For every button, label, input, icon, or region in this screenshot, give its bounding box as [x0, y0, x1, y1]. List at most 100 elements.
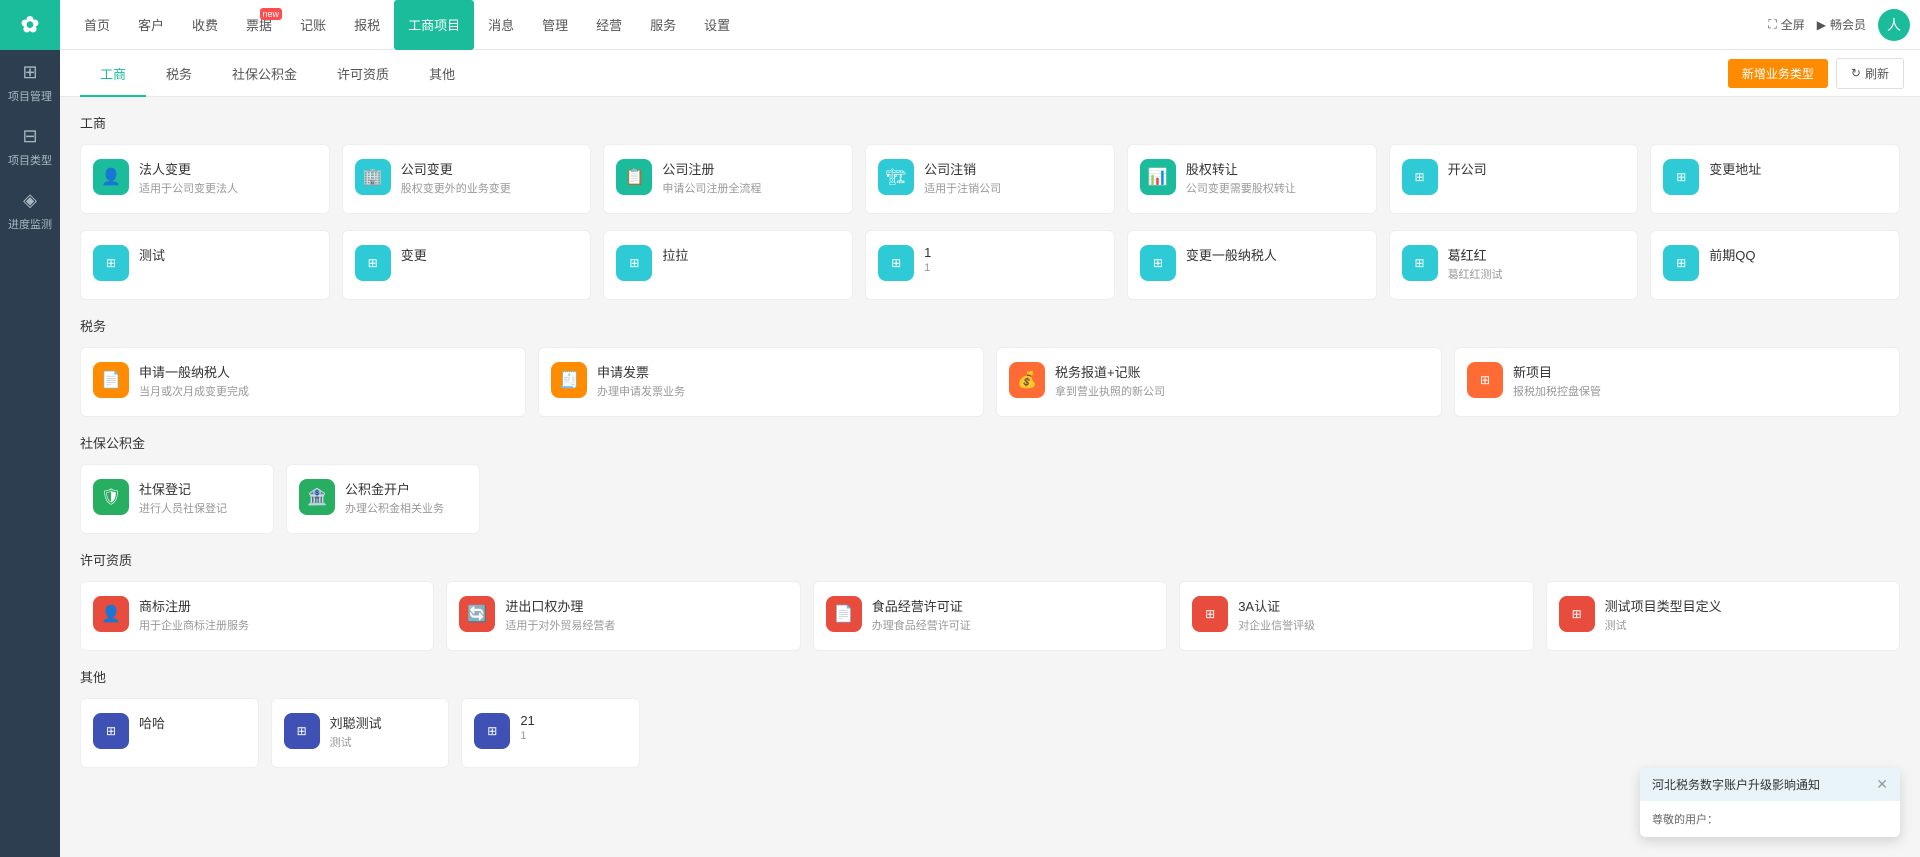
- nav-operation[interactable]: 经营: [582, 0, 636, 50]
- card-icon-trademark: 👤: [93, 596, 129, 632]
- card-company-register[interactable]: 📋 公司注册 申请公司注册全流程: [603, 144, 853, 214]
- user-avatar[interactable]: 人: [1878, 9, 1910, 41]
- card-icon-legal-change: 👤: [93, 159, 129, 195]
- tax-section-title: 税务: [80, 316, 1900, 335]
- card-lala[interactable]: ⊞ 拉拉: [603, 230, 853, 300]
- card-name-liucong-test: 刘聪测试: [330, 713, 437, 732]
- card-3a-cert[interactable]: ⊞ 3A认证 对企业信誉评级: [1179, 581, 1533, 651]
- card-change[interactable]: ⊞ 变更: [342, 230, 592, 300]
- sidebar-item-project-mgmt[interactable]: ⊞ 项目管理: [0, 50, 60, 114]
- new-type-button[interactable]: 新增业务类型: [1728, 59, 1828, 88]
- card-open-company[interactable]: ⊞ 开公司: [1389, 144, 1639, 214]
- card-import-export[interactable]: 🔄 进出口权办理 适用于对外贸易经营者: [446, 581, 800, 651]
- card-desc-fund-account: 办理公积金相关业务: [345, 500, 467, 516]
- card-apply-taxpayer[interactable]: 📄 申请一般纳税人 当月或次月成变更完成: [80, 347, 526, 417]
- card-haha[interactable]: ⊞ 哈哈: [80, 698, 259, 768]
- notification-body: 尊敬的用户：: [1640, 801, 1900, 837]
- card-icon-apply-taxpayer: 📄: [93, 362, 129, 398]
- card-test[interactable]: ⊞ 测试: [80, 230, 330, 300]
- card-icon-one: ⊞: [878, 245, 914, 281]
- tab-industry[interactable]: 工商: [80, 50, 146, 97]
- card-name-gehonghong: 葛红红: [1448, 245, 1626, 264]
- card-name-equity-transfer: 股权转让: [1186, 159, 1364, 178]
- nav-message[interactable]: 消息: [474, 0, 528, 50]
- card-name-food-license: 食品经营许可证: [872, 596, 1154, 615]
- card-legal-change[interactable]: 👤 法人变更 适用于公司变更法人: [80, 144, 330, 214]
- tab-social[interactable]: 社保公积金: [212, 50, 317, 97]
- nav-service[interactable]: 服务: [636, 0, 690, 50]
- card-trademark[interactable]: 👤 商标注册 用于企业商标注册服务: [80, 581, 434, 651]
- card-qianqi-qq[interactable]: ⊞ 前期QQ: [1650, 230, 1900, 300]
- card-icon-company-cancel: 🏗: [878, 159, 914, 195]
- card-icon-change-address: ⊞: [1663, 159, 1699, 195]
- tab-other[interactable]: 其他: [409, 50, 475, 97]
- card-name-21: 21: [520, 713, 627, 728]
- card-desc-import-export: 适用于对外贸易经营者: [505, 617, 787, 633]
- nav-accounting[interactable]: 记账: [286, 0, 340, 50]
- card-equity-transfer[interactable]: 📊 股权转让 公司变更需要股权转让: [1127, 144, 1377, 214]
- card-new-project[interactable]: ⊞ 新项目 报税加税控盘保管: [1454, 347, 1900, 417]
- card-tax-accounting[interactable]: 💰 税务报道+记账 拿到营业执照的新公司: [996, 347, 1442, 417]
- notification-close-button[interactable]: ✕: [1876, 776, 1888, 793]
- nav-settings[interactable]: 设置: [690, 0, 744, 50]
- new-badge: new: [260, 8, 283, 20]
- card-21[interactable]: ⊞ 21 1: [461, 698, 640, 768]
- card-name-new-project: 新项目: [1513, 362, 1887, 381]
- tabs-list: 工商 税务 社保公积金 许可资质 其他: [60, 50, 1728, 96]
- card-desc-new-project: 报税加税控盘保管: [1513, 383, 1887, 399]
- card-fund-account[interactable]: 🏦 公积金开户 办理公积金相关业务: [286, 464, 480, 534]
- card-food-license[interactable]: 📄 食品经营许可证 办理食品经营许可证: [813, 581, 1167, 651]
- license-cards: 👤 商标注册 用于企业商标注册服务 🔄 进出口权办理 适用于对外贸易经营者: [80, 581, 1900, 651]
- card-name-company-register: 公司注册: [662, 159, 840, 178]
- vip-button[interactable]: ▶ 畅会员: [1817, 16, 1866, 33]
- nav-customer[interactable]: 客户: [124, 0, 178, 50]
- nav-management[interactable]: 管理: [528, 0, 582, 50]
- tab-license[interactable]: 许可资质: [317, 50, 409, 97]
- sidebar-item-project-type[interactable]: ⊟ 项目类型: [0, 114, 60, 178]
- license-section: 许可资质 👤 商标注册 用于企业商标注册服务 🔄 进出: [80, 550, 1900, 651]
- project-mgmt-icon: ⊞: [18, 60, 42, 84]
- card-icon-test-type: ⊞: [1559, 596, 1595, 632]
- fullscreen-button[interactable]: ⛶ 全屏: [1768, 16, 1804, 33]
- card-icon-company-change: 🏢: [355, 159, 391, 195]
- card-apply-invoice[interactable]: 🧾 申请发票 办理申请发票业务: [538, 347, 984, 417]
- card-desc-liucong-test: 测试: [330, 734, 437, 750]
- other-cards: ⊞ 哈哈 ⊞ 刘聪测试 测试: [80, 698, 640, 768]
- card-desc-gehonghong: 葛红红测试: [1448, 266, 1626, 282]
- industry-cards-row2: ⊞ 测试 ⊞ 变更 ⊞: [80, 230, 1900, 300]
- sidebar-item-progress-monitor[interactable]: ◈ 进度监测: [0, 178, 60, 242]
- card-desc-social-register: 进行人员社保登记: [139, 500, 261, 516]
- tabs-actions: 新增业务类型 ↻ 刷新: [1728, 58, 1904, 89]
- card-gehonghong[interactable]: ⊞ 葛红红 葛红红测试: [1389, 230, 1639, 300]
- card-desc-apply-invoice: 办理申请发票业务: [597, 383, 971, 399]
- card-name-one: 1: [924, 245, 1102, 260]
- card-icon-tax-accounting: 💰: [1009, 362, 1045, 398]
- card-change-address[interactable]: ⊞ 变更地址: [1650, 144, 1900, 214]
- card-company-cancel[interactable]: 🏗 公司注销 适用于注销公司: [865, 144, 1115, 214]
- card-icon-change: ⊞: [355, 245, 391, 281]
- nav-invoice[interactable]: 票据 new: [232, 0, 286, 50]
- nav-billing[interactable]: 收费: [178, 0, 232, 50]
- card-icon-new-project: ⊞: [1467, 362, 1503, 398]
- industry-section: 工商 👤 法人变更 适用于公司变更法人 🏢: [80, 113, 1900, 300]
- refresh-button[interactable]: ↻ 刷新: [1836, 58, 1904, 89]
- card-name-3a-cert: 3A认证: [1238, 596, 1520, 615]
- card-test-type[interactable]: ⊞ 测试项目类型目定义 测试: [1546, 581, 1900, 651]
- card-social-register[interactable]: 🛡 社保登记 进行人员社保登记: [80, 464, 274, 534]
- card-name-change-address: 变更地址: [1709, 159, 1887, 178]
- card-name-apply-invoice: 申请发票: [597, 362, 971, 381]
- card-name-change: 变更: [401, 245, 579, 264]
- tax-cards: 📄 申请一般纳税人 当月或次月成变更完成 🧾 申请发票 办理申请发票业务: [80, 347, 1900, 417]
- card-one[interactable]: ⊞ 1 1: [865, 230, 1115, 300]
- card-icon-gehonghong: ⊞: [1402, 245, 1438, 281]
- sidebar-logo[interactable]: ✿: [0, 0, 60, 50]
- nav-industry[interactable]: 工商项目: [394, 0, 474, 50]
- tab-tax[interactable]: 税务: [146, 50, 212, 97]
- card-desc-tax-accounting: 拿到营业执照的新公司: [1055, 383, 1429, 399]
- nav-tax[interactable]: 报税: [340, 0, 394, 50]
- card-name-test-type: 测试项目类型目定义: [1605, 596, 1887, 615]
- card-change-taxpayer[interactable]: ⊞ 变更一般纳税人: [1127, 230, 1377, 300]
- card-liucong-test[interactable]: ⊞ 刘聪测试 测试: [271, 698, 450, 768]
- card-company-change[interactable]: 🏢 公司变更 股权变更外的业务变更: [342, 144, 592, 214]
- nav-home[interactable]: 首页: [70, 0, 124, 50]
